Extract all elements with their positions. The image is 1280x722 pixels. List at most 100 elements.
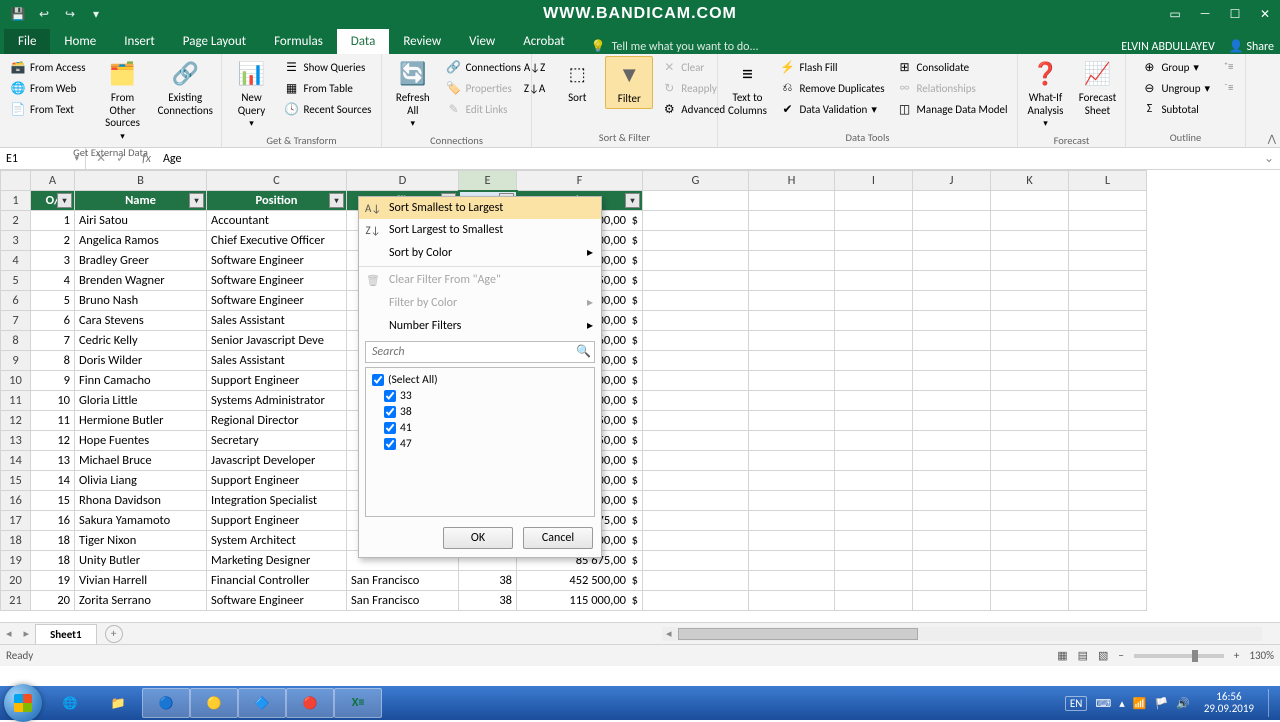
table-header-C[interactable]: Position▾ <box>207 191 347 211</box>
manage-data-model-button[interactable]: ◫Manage Data Model <box>893 100 1012 118</box>
from-web-button[interactable]: 🌐From Web <box>6 79 90 97</box>
show-desktop-button[interactable] <box>1268 689 1276 717</box>
show-detail-icon[interactable]: ⁺≡ <box>1224 60 1234 73</box>
table-header-B[interactable]: Name▾ <box>75 191 207 211</box>
cell[interactable] <box>835 531 913 551</box>
forecast-sheet-button[interactable]: 📈Forecast Sheet <box>1074 56 1122 119</box>
sheet-nav-prev-icon[interactable]: ◂ <box>0 627 18 640</box>
cell[interactable]: Support Engineer <box>207 471 347 491</box>
share-button[interactable]: 👤 Share <box>1229 39 1274 54</box>
cell[interactable] <box>991 371 1069 391</box>
cell[interactable] <box>835 231 913 251</box>
cell[interactable]: 3 <box>31 251 75 271</box>
cell[interactable] <box>991 331 1069 351</box>
view-page-layout-icon[interactable]: ▤ <box>1078 649 1088 662</box>
cell[interactable] <box>913 351 991 371</box>
from-text-button[interactable]: 📄From Text <box>6 100 90 118</box>
cell[interactable] <box>749 311 835 331</box>
cell[interactable] <box>835 191 913 211</box>
cell[interactable]: 6 <box>31 311 75 331</box>
cell[interactable]: Bradley Greer <box>75 251 207 271</box>
cell[interactable] <box>913 271 991 291</box>
tray-volume-icon[interactable]: 🔊 <box>1176 697 1190 710</box>
filter-search[interactable]: 🔍 <box>365 341 595 363</box>
text-to-columns-button[interactable]: ≡Text to Columns <box>723 56 771 119</box>
row-header[interactable]: 18 <box>1 531 31 551</box>
cell[interactable] <box>643 331 749 351</box>
cell[interactable] <box>991 191 1069 211</box>
tab-view[interactable]: View <box>455 29 509 54</box>
cell[interactable] <box>749 251 835 271</box>
cell[interactable] <box>749 191 835 211</box>
cell[interactable] <box>913 551 991 571</box>
cell[interactable] <box>913 371 991 391</box>
cell[interactable] <box>991 591 1069 611</box>
start-button[interactable] <box>4 684 42 722</box>
cell[interactable]: Unity Butler <box>75 551 207 571</box>
tab-acrobat[interactable]: Acrobat <box>509 29 579 54</box>
tab-formulas[interactable]: Formulas <box>260 29 337 54</box>
filter-check-47[interactable]: 47 <box>370 436 590 452</box>
filter-search-input[interactable] <box>365 341 595 363</box>
col-header-D[interactable]: D <box>347 171 459 191</box>
cell[interactable] <box>835 351 913 371</box>
redo-icon[interactable]: ↪ <box>60 4 80 24</box>
from-other-sources-button[interactable]: 🗂️From Other Sources▾ <box>94 56 152 144</box>
cell[interactable]: Airi Satou <box>75 211 207 231</box>
taskbar-yandex[interactable]: 🟡 <box>190 688 238 718</box>
cell[interactable] <box>643 251 749 271</box>
cell[interactable] <box>913 491 991 511</box>
cell[interactable] <box>643 391 749 411</box>
cell[interactable]: Finn Camacho <box>75 371 207 391</box>
cell[interactable]: 4 <box>31 271 75 291</box>
cell[interactable] <box>835 291 913 311</box>
new-sheet-button[interactable]: + <box>105 625 123 643</box>
cell[interactable] <box>913 391 991 411</box>
cell[interactable] <box>835 511 913 531</box>
cell[interactable] <box>913 531 991 551</box>
cell[interactable]: 14 <box>31 471 75 491</box>
cell[interactable]: 16 <box>31 511 75 531</box>
cell[interactable]: Regional Director <box>207 411 347 431</box>
cell[interactable] <box>749 331 835 351</box>
row-header[interactable]: 11 <box>1 391 31 411</box>
cell[interactable] <box>1069 291 1147 311</box>
data-validation-button[interactable]: ✔Data Validation ▾ <box>775 100 888 118</box>
edit-links-button[interactable]: ✎Edit Links <box>442 100 525 118</box>
cell[interactable] <box>749 211 835 231</box>
cell[interactable] <box>643 411 749 431</box>
cell[interactable] <box>643 211 749 231</box>
cell[interactable]: 7 <box>31 331 75 351</box>
cell[interactable]: 8 <box>31 351 75 371</box>
cell[interactable]: Sales Assistant <box>207 311 347 331</box>
tray-flag-icon[interactable]: 🏳️ <box>1154 697 1168 710</box>
cell[interactable]: 12 <box>31 431 75 451</box>
cell[interactable]: Doris Wilder <box>75 351 207 371</box>
flash-fill-button[interactable]: ⚡Flash Fill <box>775 58 888 76</box>
zoom-out-icon[interactable]: − <box>1118 649 1123 662</box>
cell[interactable]: 38 <box>459 571 517 591</box>
row-header[interactable]: 13 <box>1 431 31 451</box>
cell[interactable] <box>913 251 991 271</box>
ok-button[interactable]: OK <box>443 527 513 549</box>
existing-connections-button[interactable]: 🔗Existing Connections <box>156 56 215 119</box>
cell[interactable]: Sakura Yamamoto <box>75 511 207 531</box>
view-normal-icon[interactable]: ▦ <box>1057 649 1067 662</box>
table-header-A[interactable]: O/▾ <box>31 191 75 211</box>
close-icon[interactable]: ✕ <box>1250 0 1280 28</box>
cell[interactable]: 5 <box>31 291 75 311</box>
cell[interactable] <box>991 351 1069 371</box>
cell[interactable] <box>643 431 749 451</box>
cell[interactable] <box>835 411 913 431</box>
cell[interactable] <box>913 431 991 451</box>
cell[interactable] <box>749 571 835 591</box>
col-header-A[interactable]: A <box>31 171 75 191</box>
cell[interactable]: Hope Fuentes <box>75 431 207 451</box>
cell[interactable]: Sales Assistant <box>207 351 347 371</box>
formula-input[interactable]: Age <box>157 152 1258 166</box>
tab-insert[interactable]: Insert <box>110 29 169 54</box>
cell[interactable]: Financial Controller <box>207 571 347 591</box>
cell[interactable]: Tiger Nixon <box>75 531 207 551</box>
row-header[interactable]: 9 <box>1 351 31 371</box>
cell[interactable] <box>913 311 991 331</box>
